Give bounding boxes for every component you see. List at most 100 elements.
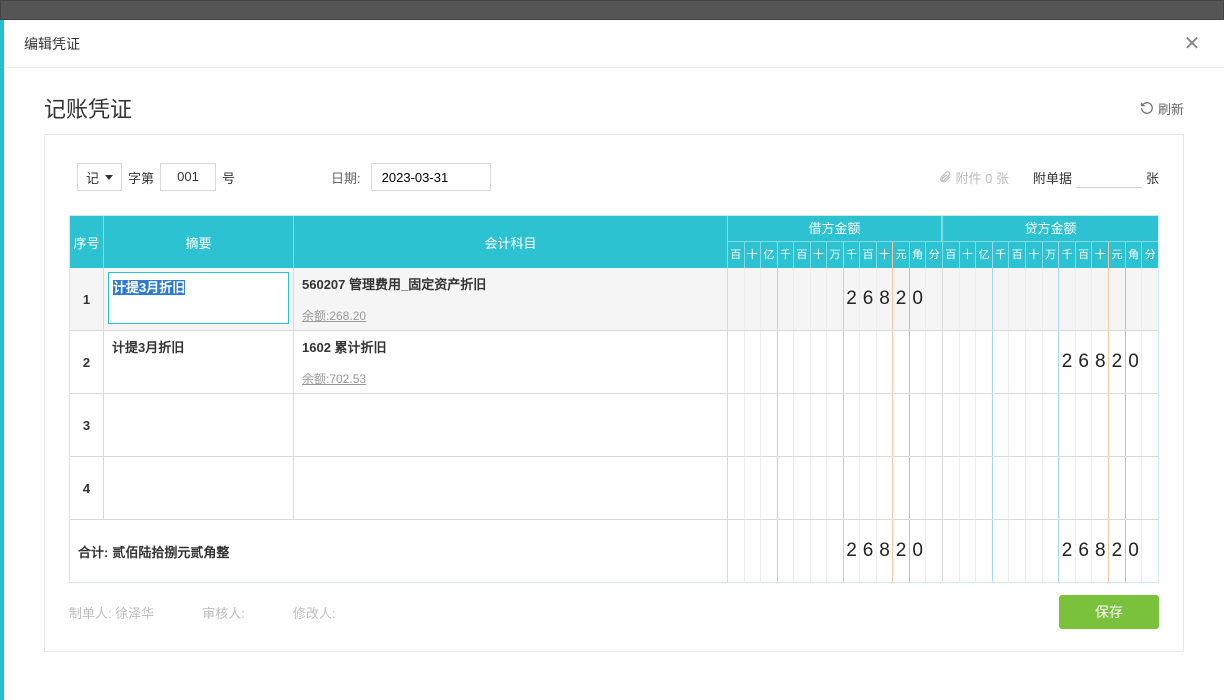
digit-header-cell: 千	[1059, 242, 1076, 268]
date-input[interactable]	[371, 163, 491, 191]
summary-input[interactable]: 计提3月折旧	[108, 272, 289, 324]
voucher-type-select[interactable]: 记	[77, 163, 122, 191]
digit-cell	[1142, 268, 1158, 330]
row-credit-cell[interactable]	[943, 457, 1158, 519]
digit-cell	[1092, 268, 1109, 330]
auditor-meta: 审核人:	[202, 603, 245, 622]
preparer-name: 徐泽华	[115, 606, 154, 621]
header-credit-digits: 百十亿千百十万千百十元角分	[943, 242, 1158, 268]
digit-cell	[877, 394, 894, 456]
total-label: 合计:	[78, 542, 108, 561]
row-account-cell[interactable]: 1602 累计折旧余额:702.53	[294, 331, 728, 393]
digit-cell: 0	[910, 268, 927, 330]
digit-header-cell: 十	[1026, 242, 1043, 268]
digit-cell	[993, 457, 1010, 519]
total-debit-digits: 26820	[728, 520, 942, 582]
row-credit-cell[interactable]: 26820	[943, 331, 1158, 393]
digit-cell	[893, 331, 910, 393]
paperclip-icon	[938, 170, 952, 184]
digit-cell	[860, 394, 877, 456]
row-credit-cell[interactable]	[943, 394, 1158, 456]
modal-header: 编辑凭证 ✕	[4, 20, 1224, 68]
digit-header-cell: 角	[910, 242, 927, 268]
credit-digits	[943, 268, 1158, 330]
attachment-link[interactable]: 附件 0 张	[938, 168, 1009, 187]
digit-cell	[844, 394, 861, 456]
digit-cell	[761, 457, 778, 519]
digit-cell: 6	[860, 268, 877, 330]
row-debit-cell[interactable]	[728, 331, 943, 393]
digit-cell	[844, 331, 861, 393]
digit-cell	[993, 520, 1010, 582]
account-balance[interactable]: 余额:702.53	[302, 370, 719, 387]
digit-cell: 8	[877, 268, 894, 330]
refresh-button[interactable]: 刷新	[1140, 99, 1184, 118]
window-chrome	[0, 0, 1224, 20]
attach-unit-label: 张	[1146, 168, 1159, 187]
digit-header-cell: 十	[745, 242, 762, 268]
digit-cell	[1076, 457, 1093, 519]
digit-header-cell: 千	[844, 242, 861, 268]
digit-cell: 8	[1092, 331, 1109, 393]
digit-header-cell: 分	[1142, 242, 1158, 268]
voucher-number-input[interactable]: 001	[160, 163, 216, 191]
digit-cell: 2	[893, 520, 910, 582]
digit-cell: 2	[1109, 520, 1126, 582]
total-debit: 26820	[728, 520, 943, 582]
attach-count-input[interactable]	[1076, 166, 1142, 188]
digit-cell	[910, 394, 927, 456]
table-row[interactable]: 4	[70, 456, 1158, 519]
digit-cell: 8	[1092, 520, 1109, 582]
digit-cell	[778, 394, 795, 456]
header-debit-digits: 百十亿千百十万千百十元角分	[728, 242, 942, 268]
digit-cell: 2	[893, 268, 910, 330]
close-icon[interactable]: ✕	[1180, 31, 1204, 56]
row-account-cell[interactable]	[294, 457, 728, 519]
digit-cell: 6	[860, 520, 877, 582]
digit-cell	[811, 331, 828, 393]
digit-cell	[993, 268, 1010, 330]
modal-body: 记账凭证 刷新 记 字第 001 号 日期:	[4, 68, 1224, 700]
table-row[interactable]: 3	[70, 393, 1158, 456]
table-row[interactable]: 2 计提3月折旧1602 累计折旧余额:702.53 26820	[70, 330, 1158, 393]
digit-cell	[1026, 520, 1043, 582]
digit-cell	[778, 520, 795, 582]
row-summary-cell[interactable]: 计提3月折旧	[104, 268, 294, 330]
row-summary-cell[interactable]: 计提3月折旧	[104, 331, 294, 393]
digit-cell	[1009, 520, 1026, 582]
row-summary-cell[interactable]	[104, 394, 294, 456]
row-debit-cell[interactable]	[728, 394, 943, 456]
digit-cell	[1092, 457, 1109, 519]
save-button[interactable]: 保存	[1059, 595, 1159, 629]
digit-cell	[827, 394, 844, 456]
row-debit-cell[interactable]: 26820	[728, 268, 943, 330]
digit-header-cell: 十	[877, 242, 894, 268]
digit-cell	[1109, 457, 1126, 519]
row-account-cell[interactable]: 560207 管理费用_固定资产折旧余额:268.20	[294, 268, 728, 330]
row-summary-cell[interactable]	[104, 457, 294, 519]
digit-cell	[1126, 268, 1143, 330]
digit-cell	[926, 331, 942, 393]
digit-cell	[926, 520, 942, 582]
page-topbar: 记账凭证 刷新	[44, 92, 1184, 124]
voucher-label-after-no: 号	[222, 168, 235, 187]
digit-cell	[926, 394, 942, 456]
digit-cell	[1142, 394, 1158, 456]
digit-cell	[778, 457, 795, 519]
header-account: 会计科目	[294, 216, 728, 268]
total-credit: 26820	[943, 520, 1158, 582]
digit-cell	[1059, 457, 1076, 519]
digit-cell: 8	[877, 520, 894, 582]
total-row: 合计: 贰佰陆拾捌元贰角整 26820 26820	[70, 519, 1158, 582]
table-row[interactable]: 1计提3月折旧560207 管理费用_固定资产折旧余额:268.2026820	[70, 268, 1158, 330]
row-account-cell[interactable]	[294, 394, 728, 456]
digit-header-cell: 亿	[976, 242, 993, 268]
row-debit-cell[interactable]	[728, 457, 943, 519]
debit-digits	[728, 394, 942, 456]
digit-cell	[728, 520, 745, 582]
row-credit-cell[interactable]	[943, 268, 1158, 330]
account-balance[interactable]: 余额:268.20	[302, 307, 719, 324]
voucher-type-value: 记	[86, 168, 99, 187]
digit-cell	[728, 457, 745, 519]
digit-cell: 2	[1109, 331, 1126, 393]
